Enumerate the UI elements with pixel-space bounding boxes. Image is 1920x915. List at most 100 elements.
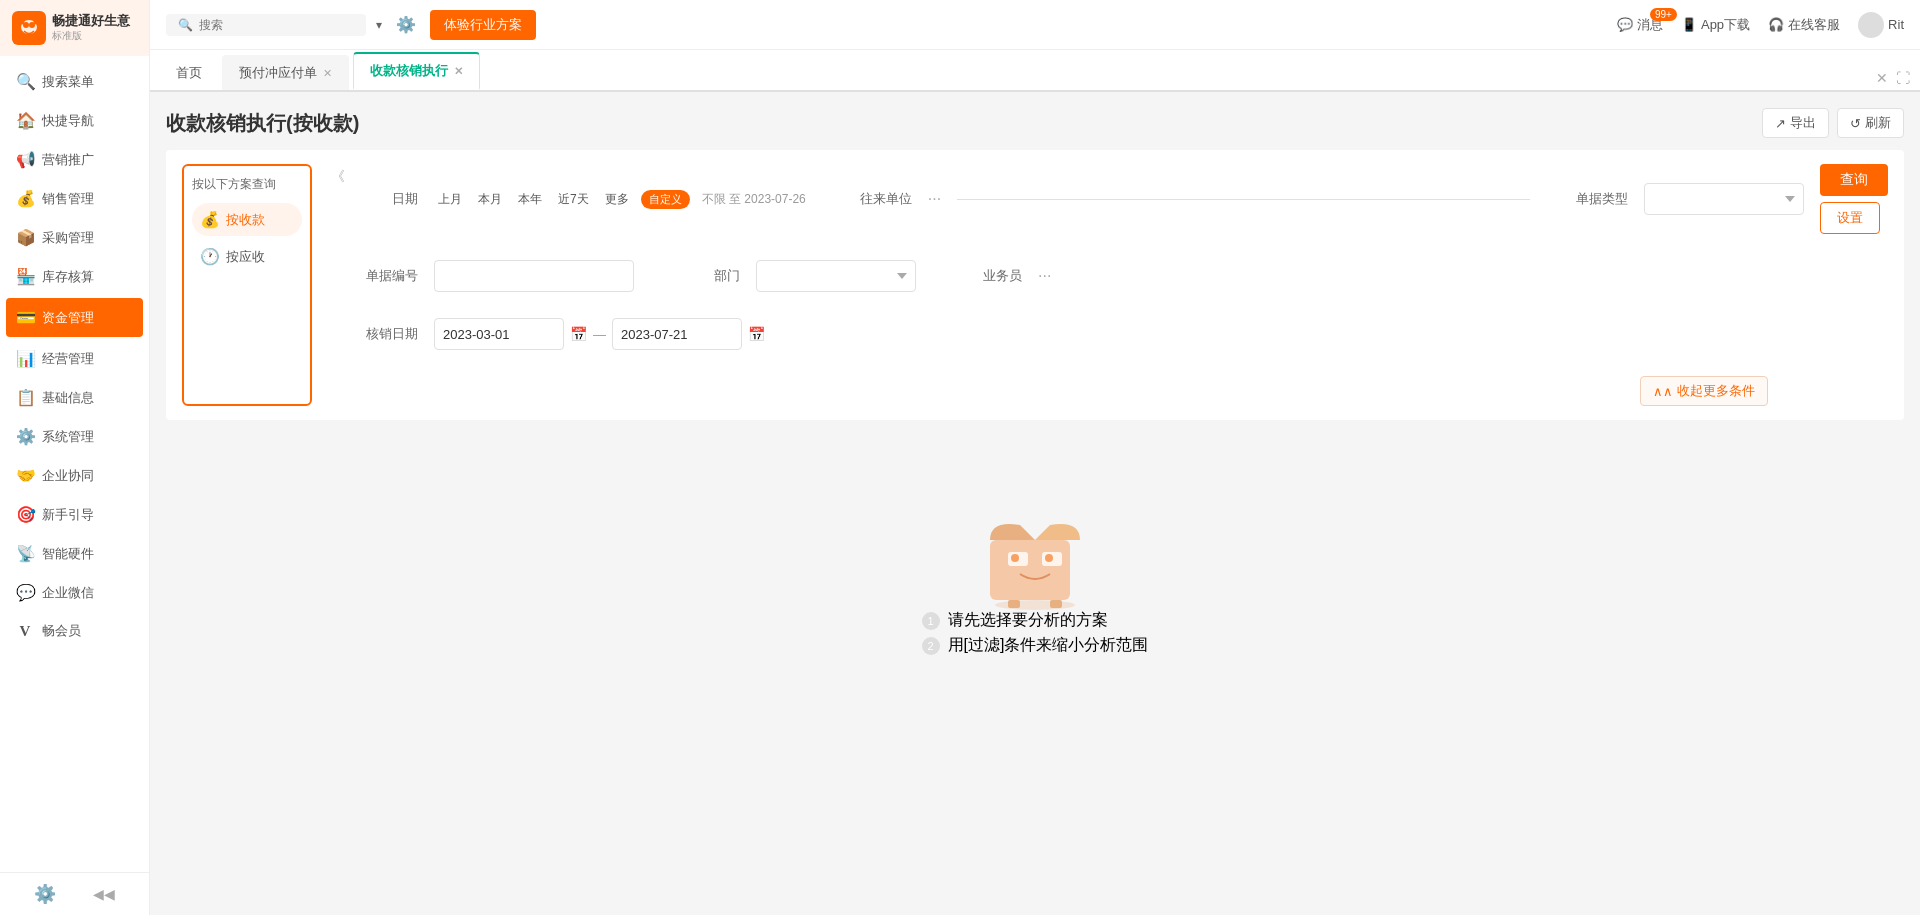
collapse-icon[interactable]: ◀◀ [93,886,115,902]
sidebar-item-basic[interactable]: 📋 基础信息 [0,378,149,417]
svg-point-6 [995,600,1075,610]
tab-prepay-close[interactable]: ✕ [323,67,332,80]
empty-hint-1: 1 请先选择要分析的方案 [922,610,1149,631]
sidebar-item-fund[interactable]: 💳 资金管理 [6,298,143,337]
step-1-num: 1 [922,612,940,630]
home-icon: 🏠 [16,111,34,130]
tab-home[interactable]: 首页 [160,56,218,90]
export-icon: ↗ [1775,116,1786,131]
more-conditions-row: ∧∧ 收起更多条件 [348,376,1888,406]
docno-label: 单据编号 [348,267,418,285]
setting-button[interactable]: 设置 [1820,202,1880,234]
date-custom-tag[interactable]: 自定义 [641,190,690,209]
tab-prepay[interactable]: 预付冲应付单 ✕ [222,55,349,90]
date-dash: — [593,327,606,342]
date-this-year[interactable]: 本年 [514,189,546,210]
filter-option-receipt-label: 按收款 [226,211,265,229]
docno-input[interactable] [434,260,634,292]
chevron-up-icon: ∧∧ [1653,384,1673,399]
tabs-bar: 首页 预付冲应付单 ✕ 收款核销执行 ✕ ✕ ⛶ [150,50,1920,92]
export-label: 导出 [1790,114,1816,132]
sidebar-item-member[interactable]: V 畅会员 [0,612,149,650]
date-this-month[interactable]: 本月 [474,189,506,210]
sidebar-item-purchase[interactable]: 📦 采购管理 [0,218,149,257]
filter-option-receivable[interactable]: 🕐 按应收 [192,240,302,273]
message-button[interactable]: 💬 消息 99+ [1617,16,1663,34]
filter-row-2: 单据编号 部门 业务员 ··· [348,260,1888,292]
more-conditions-button[interactable]: ∧∧ 收起更多条件 [1640,376,1768,406]
sidebar-item-operation[interactable]: 📊 经营管理 [0,339,149,378]
purchase-icon: 📦 [16,228,34,247]
date-range-text: 不限 至 2023-07-26 [702,191,806,208]
headset-icon: 🎧 [1768,17,1784,32]
settings-bottom-icon[interactable]: ⚙️ [34,883,56,905]
dept-select[interactable] [756,260,916,292]
solution-button[interactable]: 体验行业方案 [430,10,536,40]
sidebar-item-sales[interactable]: 💰 销售管理 [0,179,149,218]
sidebar-item-hardware[interactable]: 📡 智能硬件 [0,534,149,573]
filter-row-1: 日期 上月 本月 本年 近7天 更多 自定义 不限 至 2023-07-26 往… [348,164,1888,234]
filter-sidebar-title: 按以下方案查询 [192,176,302,193]
sidebar-item-wechat[interactable]: 💬 企业微信 [0,573,149,612]
sidebar-item-inventory[interactable]: 🏪 库存核算 [0,257,149,296]
tab-receipts-label: 收款核销执行 [370,62,448,80]
close-all-icon[interactable]: ✕ [1876,70,1888,86]
logo-title: 畅捷通好生意 [52,13,130,29]
topbar-search-icon: 🔍 [178,18,193,32]
refresh-button[interactable]: ↺ 刷新 [1837,108,1904,138]
more-conditions-label: 收起更多条件 [1677,382,1755,400]
sidebar-item-marketing[interactable]: 📢 营销推广 [0,140,149,179]
topbar-search-input[interactable] [199,18,354,32]
wechat-icon: 💬 [16,583,34,602]
topbar-dropdown[interactable]: ▾ [376,18,382,32]
topbar-gear-icon[interactable]: ⚙️ [396,15,416,34]
filter-collapse-btn[interactable]: 《 [328,164,348,406]
topbar-search-box[interactable]: 🔍 [166,14,366,36]
sidebar-item-enterprise[interactable]: 🤝 企业协同 [0,456,149,495]
user-menu[interactable]: Rit [1858,12,1904,38]
calendar-end-icon[interactable]: 📅 [748,326,765,342]
svg-point-11 [1045,554,1053,562]
operation-icon: 📊 [16,349,34,368]
tab-receipts-close[interactable]: ✕ [454,65,463,78]
date-more[interactable]: 更多 [601,189,633,210]
page-actions: ↗ 导出 ↺ 刷新 [1762,108,1904,138]
basic-icon: 📋 [16,388,34,407]
svg-point-10 [1011,554,1019,562]
export-button[interactable]: ↗ 导出 [1762,108,1829,138]
svg-rect-7 [990,540,1070,600]
tab-receipts[interactable]: 收款核销执行 ✕ [353,52,480,90]
sidebar-label-guide: 新手引导 [42,506,94,524]
receivable-icon: 🕐 [200,247,220,266]
hardware-icon: 📡 [16,544,34,563]
tabs-actions: ✕ ⛶ [1876,70,1910,90]
sidebar-label-member: 畅会员 [42,622,81,640]
filter-option-receipt[interactable]: 💰 按收款 [192,203,302,236]
sidebar-label-quicknav: 快捷导航 [42,112,94,130]
staff-label: 业务员 [952,267,1022,285]
verify-date-start[interactable] [434,318,564,350]
date-last-month[interactable]: 上月 [434,189,466,210]
verify-date-label: 核销日期 [348,325,418,343]
doctype-select[interactable] [1644,183,1804,215]
sidebar-item-system[interactable]: ⚙️ 系统管理 [0,417,149,456]
expand-icon[interactable]: ⛶ [1896,70,1910,86]
online-service-button[interactable]: 🎧 在线客服 [1768,16,1840,34]
logo-subtitle: 标准版 [52,29,130,43]
search-icon: 🔍 [16,72,34,91]
app-download-label: App下载 [1701,16,1750,34]
empty-hint-2-text: 用[过滤]条件来缩小分析范围 [948,635,1149,656]
sidebar-item-guide[interactable]: 🎯 新手引导 [0,495,149,534]
sidebar-item-quicknav[interactable]: 🏠 快捷导航 [0,101,149,140]
svg-point-4 [20,18,25,25]
vendor-dots: ··· [928,190,941,208]
verify-date-end[interactable] [612,318,742,350]
date-7days[interactable]: 近7天 [554,189,593,210]
app-download-button[interactable]: 📱 App下载 [1681,16,1750,34]
sidebar-item-search[interactable]: 🔍 搜索菜单 [0,62,149,101]
sidebar-bottom: ⚙️ ◀◀ [0,872,149,915]
step-2-num: 2 [922,637,940,655]
query-button[interactable]: 查询 [1820,164,1888,196]
calendar-start-icon[interactable]: 📅 [570,326,587,342]
message-badge: 99+ [1650,8,1677,21]
